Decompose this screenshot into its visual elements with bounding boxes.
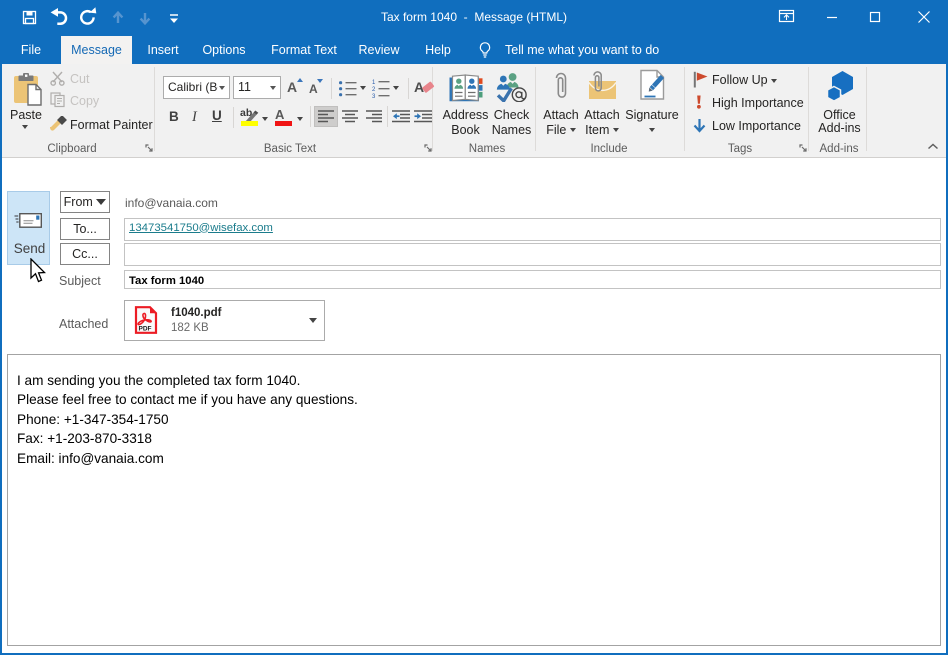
svg-text:PDF: PDF bbox=[139, 326, 152, 333]
svg-text:1: 1 bbox=[372, 80, 376, 86]
svg-text:2: 2 bbox=[372, 87, 376, 93]
svg-text:3: 3 bbox=[372, 94, 376, 98]
